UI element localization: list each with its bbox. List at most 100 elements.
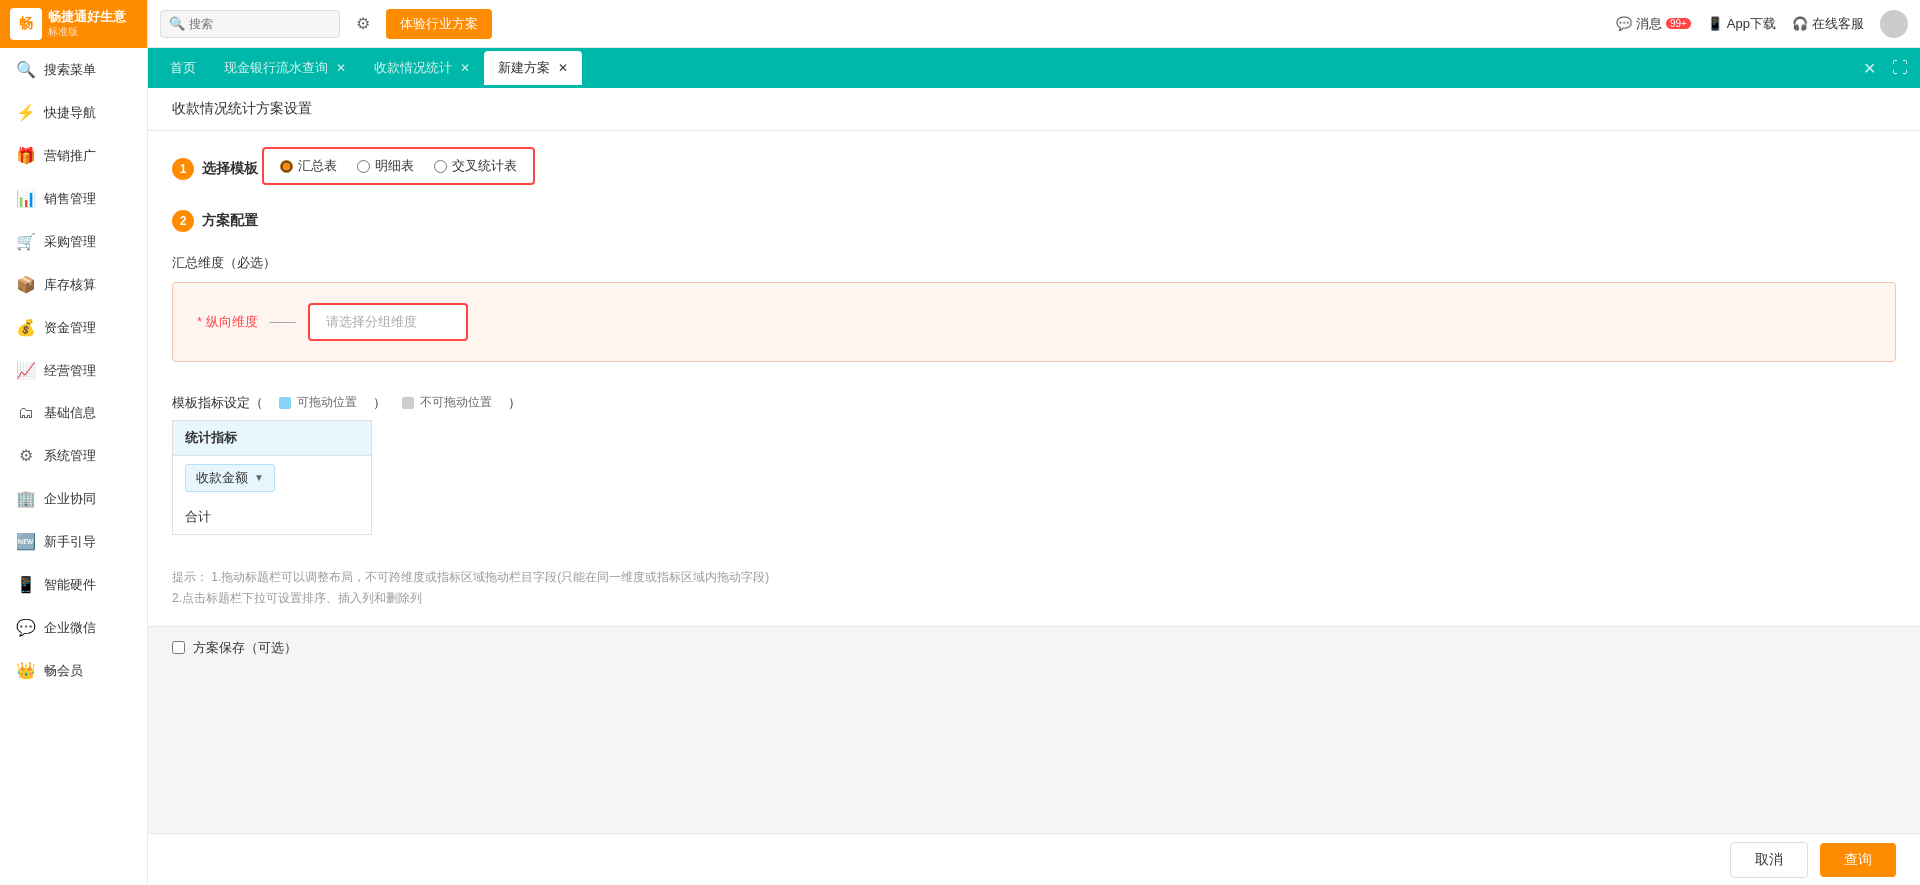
radio-cross[interactable]: 交叉统计表: [434, 157, 517, 175]
arrow-icon: ——: [270, 314, 296, 329]
sidebar-item-purchase[interactable]: 🛒 采购管理: [0, 220, 147, 263]
sidebar-label-operation: 经营管理: [44, 362, 96, 380]
save-checkbox[interactable]: [172, 641, 185, 654]
member-icon: 👑: [16, 661, 36, 680]
dropdown-arrow-icon: ▼: [254, 472, 264, 483]
tab-home[interactable]: 首页: [156, 51, 210, 85]
fixed-dot: [402, 397, 414, 409]
radio-cross-label: 交叉统计表: [452, 157, 517, 175]
query-button[interactable]: 查询: [1820, 843, 1896, 877]
content-inner: 收款情况统计方案设置 1 选择模板 汇总表 明: [148, 88, 1920, 626]
finance-icon: 💰: [16, 318, 36, 337]
trial-button[interactable]: 体验行业方案: [386, 9, 492, 39]
legend-movable: 可拖动位置: [279, 394, 357, 411]
footer-save: 方案保存（可选）: [148, 626, 1920, 669]
sidebar-label-search-menu: 搜索菜单: [44, 61, 96, 79]
page-header: 收款情况统计方案设置: [148, 88, 1920, 131]
radio-cross-input[interactable]: [434, 160, 447, 173]
dimension-config: 汇总维度（必选） * 纵向维度 —— 请选择分组维度: [148, 254, 1920, 394]
radio-summary-label: 汇总表: [298, 157, 337, 175]
dimension-row-label: * 纵向维度: [197, 313, 258, 331]
logo-text: 畅捷通好生意: [48, 9, 126, 25]
tab-cashflow[interactable]: 现金银行流水查询 ✕: [210, 51, 360, 85]
legend-fixed: 不可拖动位置: [402, 394, 492, 411]
sidebar-label-marketing: 营销推广: [44, 147, 96, 165]
tab-close-receipt[interactable]: ✕: [460, 61, 470, 75]
sidebar-logo: 畅 畅捷通好生意 标准版: [0, 0, 147, 48]
sidebar-item-enterprise[interactable]: 🏢 企业协同: [0, 477, 147, 520]
radio-summary-input[interactable]: [280, 160, 293, 173]
sidebar-label-hardware: 智能硬件: [44, 576, 96, 594]
close-all-icon[interactable]: ✕: [1859, 55, 1880, 82]
tab-close-cashflow[interactable]: ✕: [336, 61, 346, 75]
sidebar-item-sales[interactable]: 📊 销售管理: [0, 177, 147, 220]
content-area: 收款情况统计方案设置 1 选择模板 汇总表 明: [148, 88, 1920, 833]
metrics-table-header: 统计指标: [173, 421, 371, 456]
step1-text: 选择模板: [202, 160, 258, 178]
action-bar: 取消 查询: [148, 833, 1920, 885]
sidebar-item-marketing[interactable]: 🎁 营销推广: [0, 134, 147, 177]
step2-section: 2 方案配置: [148, 210, 1920, 254]
service-button[interactable]: 🎧 在线客服: [1792, 15, 1864, 33]
radio-detail-label: 明细表: [375, 157, 414, 175]
search-menu-icon: 🔍: [16, 60, 36, 79]
tip-line2: 2.点击标题栏下拉可设置排序、插入列和删除列: [172, 588, 1896, 610]
sales-icon: 📊: [16, 189, 36, 208]
step2-label: 2 方案配置: [172, 210, 258, 232]
download-button[interactable]: 📱 App下载: [1707, 15, 1776, 33]
tip-line1: 提示： 1.拖动标题栏可以调整布局，不可跨维度或指标区域拖动栏目字段(只能在同一…: [172, 567, 1896, 589]
tips-area: 提示： 1.拖动标题栏可以调整布局，不可跨维度或指标区域拖动栏目字段(只能在同一…: [148, 551, 1920, 626]
main-area: 🔍 ⚙ 体验行业方案 💬 消息 99+ 📱 App下载 🎧 在线客服 首页: [148, 0, 1920, 885]
search-box[interactable]: 🔍: [160, 10, 340, 38]
sidebar-item-operation[interactable]: 📈 经营管理: [0, 349, 147, 392]
purchase-icon: 🛒: [16, 232, 36, 251]
message-icon: 💬: [1616, 16, 1632, 31]
cancel-button[interactable]: 取消: [1730, 842, 1808, 878]
tab-receipt-stat[interactable]: 收款情况统计 ✕: [360, 51, 484, 85]
sidebar-label-purchase: 采购管理: [44, 233, 96, 251]
sidebar-item-hardware[interactable]: 📱 智能硬件: [0, 563, 147, 606]
sidebar-item-search-menu[interactable]: 🔍 搜索菜单: [0, 48, 147, 91]
radio-group: 汇总表 明细表 交叉统计表: [280, 157, 517, 175]
save-label[interactable]: 方案保存（可选）: [193, 639, 297, 657]
user-avatar[interactable]: [1880, 10, 1908, 38]
metrics-tag-label: 收款金额: [196, 469, 248, 487]
sidebar-label-inventory: 库存核算: [44, 276, 96, 294]
sidebar-label-basic: 基础信息: [44, 404, 96, 422]
gear-icon[interactable]: ⚙: [356, 14, 370, 33]
dimension-select[interactable]: 请选择分组维度: [308, 303, 468, 341]
metrics-tag[interactable]: 收款金额 ▼: [185, 464, 275, 492]
tab-close-new-plan[interactable]: ✕: [558, 61, 568, 75]
quick-nav-icon: ⚡: [16, 103, 36, 122]
system-icon: ⚙: [16, 446, 36, 465]
metrics-table: 统计指标 收款金额 ▼ 合计: [172, 420, 372, 535]
tabbar: 首页 现金银行流水查询 ✕ 收款情况统计 ✕ 新建方案 ✕ ✕ ⛶: [148, 48, 1920, 88]
radio-detail[interactable]: 明细表: [357, 157, 414, 175]
sidebar-item-wechat[interactable]: 💬 企业微信: [0, 606, 147, 649]
metrics-section-label: 模板指标设定（: [172, 394, 263, 412]
sidebar-label-finance: 资金管理: [44, 319, 96, 337]
search-input[interactable]: [189, 17, 329, 31]
sidebar-item-basic[interactable]: 🗂 基础信息: [0, 392, 147, 434]
sidebar-item-inventory[interactable]: 📦 库存核算: [0, 263, 147, 306]
sidebar-item-member[interactable]: 👑 畅会员: [0, 649, 147, 692]
message-button[interactable]: 💬 消息 99+: [1616, 15, 1691, 33]
service-label: 在线客服: [1812, 15, 1864, 33]
dimension-placeholder: 请选择分组维度: [326, 314, 417, 329]
expand-icon[interactable]: ⛶: [1888, 55, 1912, 82]
sidebar-item-guide[interactable]: 🆕 新手引导: [0, 520, 147, 563]
tab-new-plan[interactable]: 新建方案 ✕: [484, 51, 582, 85]
sidebar-item-quick-nav[interactable]: ⚡ 快捷导航: [0, 91, 147, 134]
dimension-section-label: 汇总维度（必选）: [172, 254, 1896, 272]
sidebar-item-system[interactable]: ⚙ 系统管理: [0, 434, 147, 477]
sidebar-item-finance[interactable]: 💰 资金管理: [0, 306, 147, 349]
step1-label: 1 选择模板: [172, 158, 258, 180]
radio-detail-input[interactable]: [357, 160, 370, 173]
tabbar-right: ✕ ⛶: [1859, 55, 1912, 82]
search-icon: 🔍: [169, 16, 185, 31]
radio-summary[interactable]: 汇总表: [280, 157, 337, 175]
guide-icon: 🆕: [16, 532, 36, 551]
wechat-icon: 💬: [16, 618, 36, 637]
step1-num: 1: [172, 158, 194, 180]
movable-dot: [279, 397, 291, 409]
